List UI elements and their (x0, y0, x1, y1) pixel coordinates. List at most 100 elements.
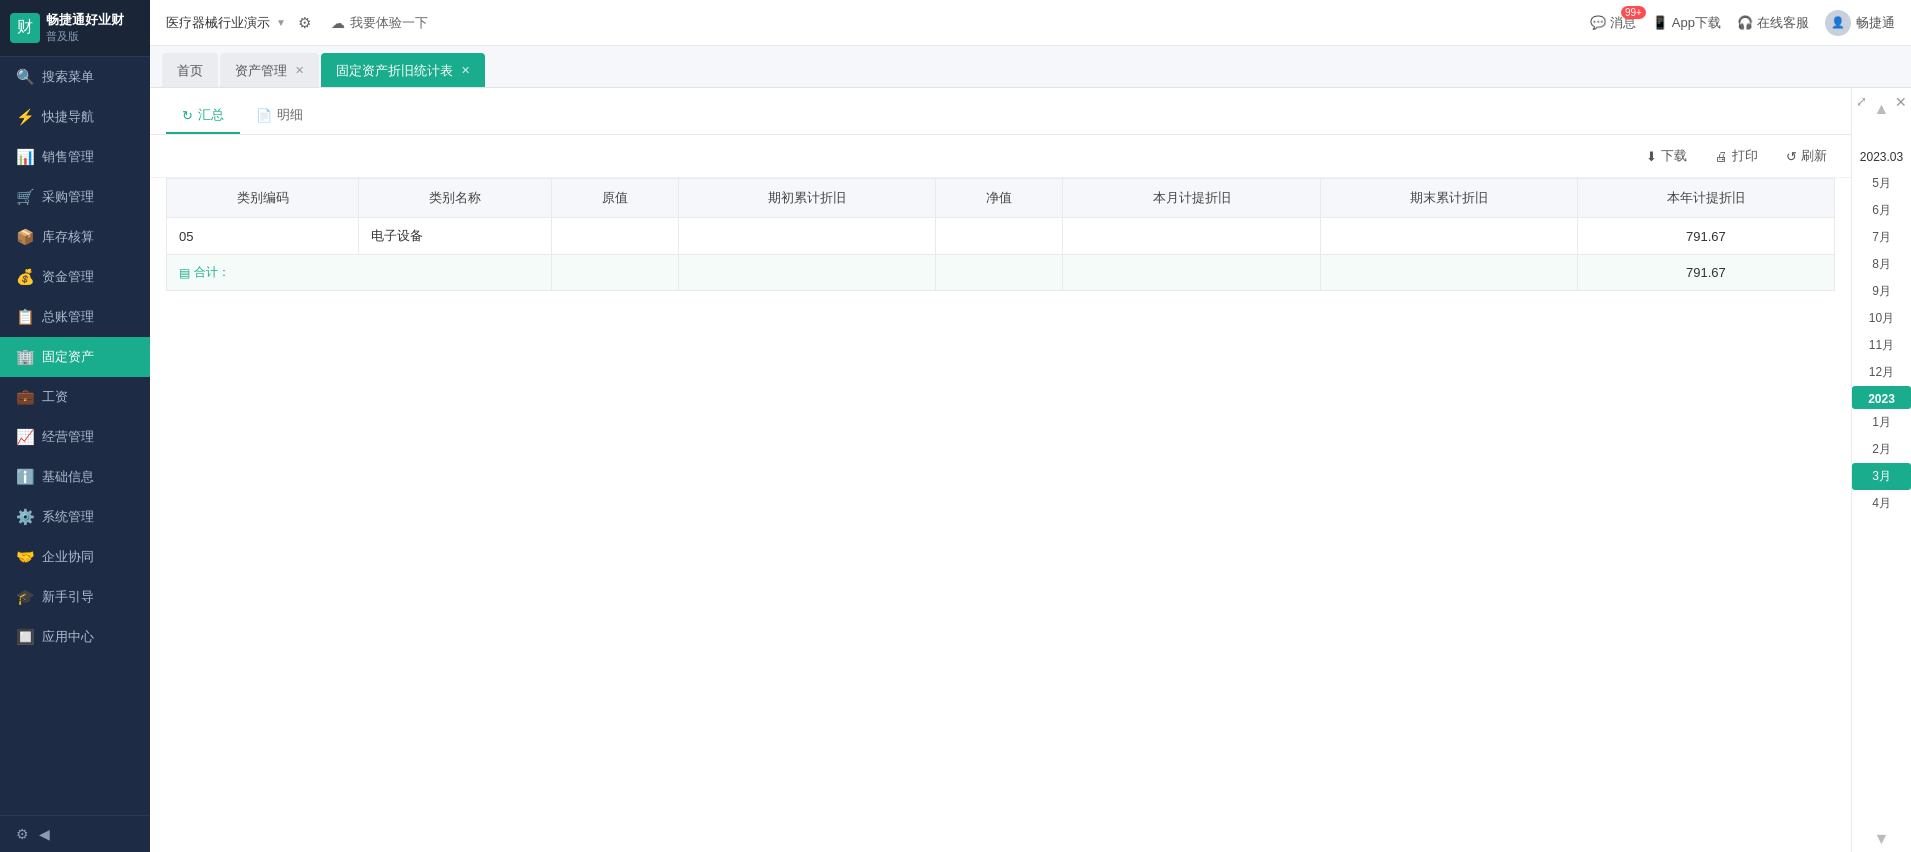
online-service-btn[interactable]: 🎧 在线客服 (1737, 14, 1809, 32)
tab-asset-mgmt[interactable]: 资产管理 ✕ (220, 53, 319, 87)
refresh-label: 刷新 (1801, 147, 1827, 165)
username: 畅捷通 (1856, 14, 1895, 32)
table-cell (678, 218, 935, 255)
sidebar-item-basic-info[interactable]: ℹ️基础信息 (0, 457, 150, 497)
total-icon: ▤ (179, 266, 190, 280)
col-header-category-name: 类别名称 (359, 179, 551, 218)
sub-tabs: ↻ 汇总 📄明细 (150, 88, 1851, 135)
topbar-settings-icon[interactable]: ⚙ (298, 14, 311, 32)
experience-btn[interactable]: ☁ 我要体验一下 (331, 14, 428, 32)
sidebar-label-sales: 销售管理 (42, 148, 94, 166)
sidebar-label-payroll: 工资 (42, 388, 68, 406)
content-area: ↻ 汇总 📄明细 ⬇ 下载 🖨 打印 ↺ 刷新 (150, 88, 1911, 852)
sidebar-icon-purchase: 🛒 (16, 188, 34, 206)
sidebar-item-operations[interactable]: 📈经营管理 (0, 417, 150, 457)
right-panel-expand-icon[interactable]: ⤢ (1856, 94, 1867, 109)
sub-tab-label-summary: 汇总 (198, 106, 224, 124)
col-header-period-end-accum-depr: 期末累计折旧 (1320, 179, 1577, 218)
right-panel: ✕ ⤢ ▲ 2023.03 5月6月7月8月9月10月11月12月20231月2… (1851, 88, 1911, 852)
sub-tab-summary[interactable]: ↻ 汇总 (166, 98, 240, 134)
sidebar-item-app-center[interactable]: 🔲应用中心 (0, 617, 150, 657)
sidebar-item-payroll[interactable]: 💼工资 (0, 377, 150, 417)
month-item[interactable]: 5月 (1852, 170, 1911, 197)
tab-close-asset-mgmt[interactable]: ✕ (295, 64, 304, 77)
sidebar-menu: 🔍搜索菜单⚡快捷导航📊销售管理🛒采购管理📦库存核算💰资金管理📋总账管理🏢固定资产… (0, 57, 150, 815)
month-item[interactable]: 1月 (1852, 409, 1911, 436)
user-menu[interactable]: 👤 畅捷通 (1825, 10, 1895, 36)
messages-btn[interactable]: 💬 消息 99+ (1590, 14, 1636, 32)
month-item[interactable]: 8月 (1852, 251, 1911, 278)
total-year-depr: 791.67 (1577, 255, 1834, 291)
sidebar-label-fixed-assets: 固定资产 (42, 348, 94, 366)
app-download-label: App下载 (1672, 14, 1721, 32)
avatar: 👤 (1825, 10, 1851, 36)
month-item[interactable]: 6月 (1852, 197, 1911, 224)
content-main: ↻ 汇总 📄明细 ⬇ 下载 🖨 打印 ↺ 刷新 (150, 88, 1851, 852)
collapse-icon[interactable]: ◀ (39, 826, 50, 842)
main-area: 医疗器械行业演示 ▼ ⚙ ☁ 我要体验一下 💬 消息 99+ 📱 App下载 🎧… (150, 0, 1911, 852)
table-row: 05电子设备791.67 (167, 218, 1835, 255)
table-cell (1320, 218, 1577, 255)
sidebar-item-enterprise[interactable]: 🤝企业协同 (0, 537, 150, 577)
sidebar-icon-ledger: 📋 (16, 308, 34, 326)
sidebar-icon-quick-nav: ⚡ (16, 108, 34, 126)
month-item[interactable]: 3月 (1852, 463, 1911, 490)
sidebar-item-ledger[interactable]: 📋总账管理 (0, 297, 150, 337)
total-label-cell: ▤合计： (167, 255, 552, 291)
total-net-value (936, 255, 1063, 291)
logo-icon: 财 (10, 13, 40, 43)
sub-tab-icon-summary: ↻ (182, 108, 193, 123)
total-row: ▤合计： 791.67 (167, 255, 1835, 291)
tab-home[interactable]: 首页 (162, 53, 218, 87)
print-icon: 🖨 (1715, 149, 1728, 164)
total-period-accum-depr (678, 255, 935, 291)
right-panel-close-icon[interactable]: ✕ (1895, 94, 1907, 110)
sidebar-label-basic-info: 基础信息 (42, 468, 94, 486)
sidebar-item-purchase[interactable]: 🛒采购管理 (0, 177, 150, 217)
company-selector[interactable]: 医疗器械行业演示 ▼ (166, 14, 286, 32)
sidebar-label-search: 搜索菜单 (42, 68, 94, 86)
total-period-end-accum-depr (1320, 255, 1577, 291)
table-cell (936, 218, 1063, 255)
sidebar-item-finance[interactable]: 💰资金管理 (0, 257, 150, 297)
sidebar-icon-guide: 🎓 (16, 588, 34, 606)
message-badge: 99+ (1621, 6, 1646, 19)
month-item[interactable]: 4月 (1852, 490, 1911, 517)
right-panel-down-arrow[interactable]: ▼ (1870, 826, 1894, 852)
month-item[interactable]: 7月 (1852, 224, 1911, 251)
print-btn[interactable]: 🖨 打印 (1707, 143, 1766, 169)
sidebar-label-app-center: 应用中心 (42, 628, 94, 646)
headset-icon: 🎧 (1737, 15, 1753, 30)
sidebar-item-search[interactable]: 🔍搜索菜单 (0, 57, 150, 97)
month-item[interactable]: 11月 (1852, 332, 1911, 359)
sidebar-item-fixed-assets[interactable]: 🏢固定资产 (0, 337, 150, 377)
tab-label-asset-mgmt: 资产管理 (235, 62, 287, 80)
sidebar-item-system[interactable]: ⚙️系统管理 (0, 497, 150, 537)
refresh-btn[interactable]: ↺ 刷新 (1778, 143, 1835, 169)
month-item[interactable]: 9月 (1852, 278, 1911, 305)
download-btn[interactable]: ⬇ 下载 (1638, 143, 1695, 169)
tab-depreciation-stats[interactable]: 固定资产折旧统计表✕ (321, 53, 485, 87)
month-list: 5月6月7月8月9月10月11月12月20231月2月3月4月 (1852, 170, 1911, 826)
col-header-net-value: 净值 (936, 179, 1063, 218)
right-panel-up-arrow[interactable]: ▲ (1870, 96, 1894, 122)
app-name: 畅捷通好业财 (46, 12, 124, 29)
table-header: 类别编码类别名称原值期初累计折旧净值本月计提折旧期末累计折旧本年计提折旧 (167, 179, 1835, 218)
tab-close-depreciation-stats[interactable]: ✕ (461, 64, 470, 77)
month-item[interactable]: 2月 (1852, 436, 1911, 463)
sidebar-logo: 财 畅捷通好业财 普及版 (0, 0, 150, 57)
sidebar-item-sales[interactable]: 📊销售管理 (0, 137, 150, 177)
month-item[interactable]: 12月 (1852, 359, 1911, 386)
tab-label-home: 首页 (177, 62, 203, 80)
settings-icon[interactable]: ⚙ (16, 826, 29, 842)
sidebar-item-quick-nav[interactable]: ⚡快捷导航 (0, 97, 150, 137)
sidebar-item-guide[interactable]: 🎓新手引导 (0, 577, 150, 617)
sidebar-label-enterprise: 企业协同 (42, 548, 94, 566)
sub-tab-detail[interactable]: 📄明细 (240, 98, 319, 134)
header-row: 类别编码类别名称原值期初累计折旧净值本月计提折旧期末累计折旧本年计提折旧 (167, 179, 1835, 218)
month-item[interactable]: 10月 (1852, 305, 1911, 332)
col-header-year-depr: 本年计提折旧 (1577, 179, 1834, 218)
tabs-bar: 首页资产管理✕固定资产折旧统计表✕ (150, 46, 1911, 88)
sidebar-item-inventory[interactable]: 📦库存核算 (0, 217, 150, 257)
app-download-btn[interactable]: 📱 App下载 (1652, 14, 1721, 32)
